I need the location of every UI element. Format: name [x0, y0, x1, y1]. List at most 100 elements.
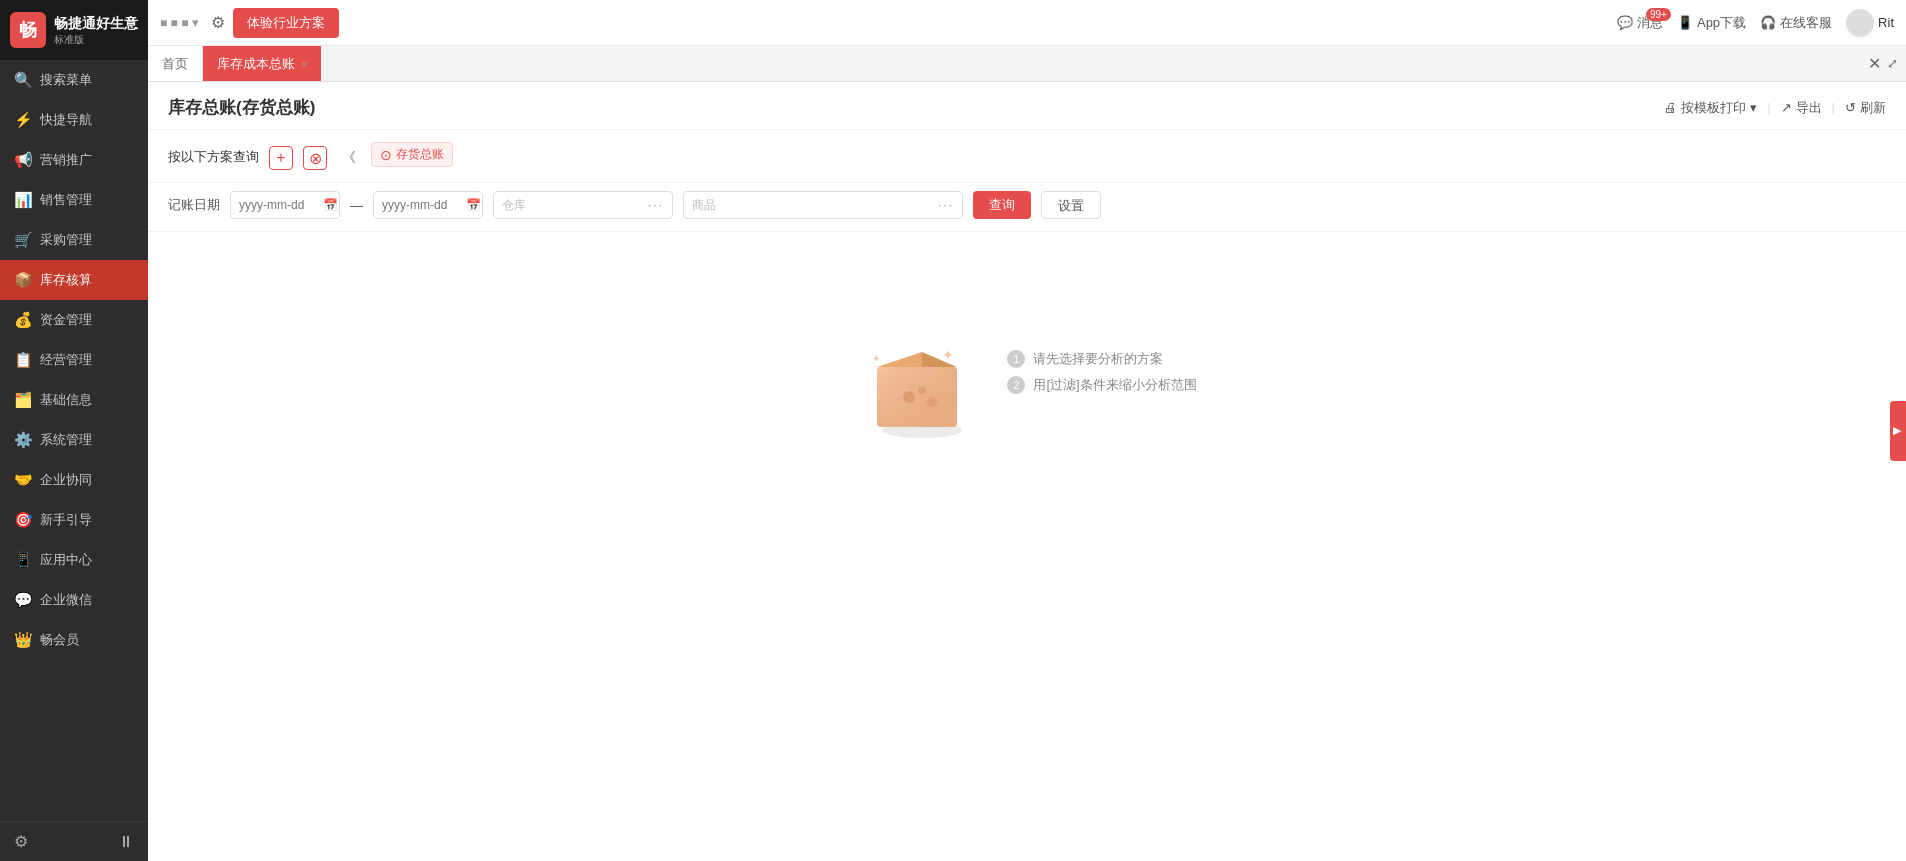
filter-area: 按以下方案查询 + ⊗ 《 ⊙ 存货总账	[148, 130, 1906, 183]
sidebar-item-apps[interactable]: 📱 应用中心	[0, 540, 148, 580]
footer-settings-icon[interactable]: ⚙	[14, 832, 28, 851]
header-right: 💬 消息 99+ 📱 App下载 🎧 在线客服 Rit	[1617, 9, 1894, 37]
sidebar-item-label: 销售管理	[40, 191, 92, 209]
tab-expand-icon[interactable]: ⤢	[1887, 56, 1898, 71]
scheme-tag-icon: ⊙	[380, 147, 392, 163]
page-header-actions: 🖨 按模板打印 ▾ | ↗ 导出 | ↺ 刷新	[1664, 99, 1886, 117]
date-end-input[interactable]: 📅	[373, 191, 483, 219]
product-select[interactable]: 商品 ···	[683, 191, 963, 219]
dropdown-icon[interactable]: ▾	[192, 15, 199, 30]
refresh-icon: ↺	[1845, 100, 1856, 115]
user-avatar-item[interactable]: Rit	[1846, 9, 1894, 37]
sidebar-item-member[interactable]: 👑 畅会员	[0, 620, 148, 660]
svg-rect-4	[877, 367, 957, 427]
settings-button[interactable]: 设置	[1041, 191, 1101, 219]
tab-close-main-icon[interactable]: ✕	[1868, 54, 1881, 73]
sidebar-item-enterprise[interactable]: 🤝 企业协同	[0, 460, 148, 500]
empty-state: ✦ ✦ 1 请先选择要分析的方案	[148, 232, 1906, 512]
box-icon: 📦	[14, 271, 32, 289]
tab-home[interactable]: 首页	[148, 46, 203, 81]
folder-icon: 🗂️	[14, 391, 32, 409]
footer-audio-icon[interactable]: ⏸	[118, 833, 134, 851]
chat-icon: 💬	[14, 591, 32, 609]
filter-add-button[interactable]: +	[269, 146, 293, 170]
date-separator: —	[350, 198, 363, 213]
date-end-field[interactable]	[382, 198, 462, 212]
sidebar-item-basic[interactable]: 🗂️ 基础信息	[0, 380, 148, 420]
sidebar-item-purchase[interactable]: 🛒 采购管理	[0, 220, 148, 260]
money-icon: 💰	[14, 311, 32, 329]
sidebar-item-inventory[interactable]: 📦 库存核算	[0, 260, 148, 300]
hint-num-1: 1	[1007, 350, 1025, 368]
export-btn[interactable]: ↗ 导出	[1781, 99, 1822, 117]
tab-bar: 首页 库存成本总账 × ✕ ⤢	[148, 46, 1906, 82]
sidebar-item-guide[interactable]: 🎯 新手引导	[0, 500, 148, 540]
sidebar-item-label: 系统管理	[40, 431, 92, 449]
logo-main-text: 畅捷通好生意	[54, 14, 138, 32]
tab-close-icon[interactable]: ×	[301, 58, 307, 70]
sidebar-item-wechat[interactable]: 💬 企业微信	[0, 580, 148, 620]
sidebar-item-shortcut[interactable]: ⚡ 快捷导航	[0, 100, 148, 140]
lightning-icon: ⚡	[14, 111, 32, 129]
svg-marker-2	[877, 352, 922, 367]
hint-num-2: 2	[1007, 376, 1025, 394]
header-settings-icon[interactable]: ⚙	[211, 13, 225, 32]
tab-bar-right: ✕ ⤢	[1868, 54, 1906, 73]
cart-icon: 🛒	[14, 231, 32, 249]
sidebar-item-marketing[interactable]: 📢 营销推广	[0, 140, 148, 180]
sidebar-item-label: 资金管理	[40, 311, 92, 329]
app-download-item[interactable]: 📱 App下载	[1677, 14, 1746, 32]
sidebar-item-label: 企业微信	[40, 591, 92, 609]
tab-inventory-ledger[interactable]: 库存成本总账 ×	[203, 46, 321, 81]
sidebar-item-system[interactable]: ⚙️ 系统管理	[0, 420, 148, 460]
svg-point-7	[927, 397, 937, 407]
handshake-icon: 🤝	[14, 471, 32, 489]
print-template-btn[interactable]: 🖨 按模板打印 ▾	[1664, 99, 1757, 117]
sidebar-item-operations[interactable]: 📋 经营管理	[0, 340, 148, 380]
sidebar-item-search[interactable]: 🔍 搜索菜单	[0, 60, 148, 100]
sidebar-nav: 🔍 搜索菜单 ⚡ 快捷导航 📢 营销推广 📊 销售管理 🛒 采购管理 📦 库存核…	[0, 60, 148, 821]
scheme-tag-label: 存货总账	[396, 146, 444, 163]
sidebar-item-finance[interactable]: 💰 资金管理	[0, 300, 148, 340]
top-header: ■ ■ ■ ▾ ⚙ 体验行业方案 💬 消息 99+ 📱 App下载 🎧 在线客服…	[148, 0, 1906, 46]
warehouse-label: 仓库	[502, 197, 526, 214]
target-icon: 🎯	[14, 511, 32, 529]
filter-label: 按以下方案查询	[168, 148, 259, 166]
product-more-icon[interactable]: ···	[938, 198, 954, 212]
message-icon: 💬	[1617, 15, 1633, 30]
sidebar-item-label: 库存核算	[40, 271, 92, 289]
crown-icon: 👑	[14, 631, 32, 649]
scheme-tag[interactable]: ⊙ 存货总账	[371, 142, 453, 167]
warehouse-more-icon[interactable]: ···	[648, 198, 664, 212]
tab-active-label: 库存成本总账	[217, 55, 295, 73]
sidebar-item-label: 畅会员	[40, 631, 79, 649]
warehouse-select[interactable]: 仓库 ···	[493, 191, 673, 219]
online-service-item[interactable]: 🎧 在线客服	[1760, 14, 1832, 32]
side-handle[interactable]: ▶	[1890, 401, 1906, 461]
action-divider: |	[1767, 100, 1770, 115]
svg-point-6	[918, 386, 926, 394]
gear-icon: ⚙️	[14, 431, 32, 449]
query-button[interactable]: 查询	[973, 191, 1031, 219]
date-start-field[interactable]	[239, 198, 319, 212]
empty-illustration: ✦ ✦	[857, 312, 977, 432]
sidebar-item-sales[interactable]: 📊 销售管理	[0, 180, 148, 220]
filter-collapse-button[interactable]: 《	[337, 146, 361, 170]
empty-state-inner: ✦ ✦ 1 请先选择要分析的方案	[857, 312, 1196, 432]
user-name-label: Rit	[1878, 15, 1894, 30]
print-dropdown-icon[interactable]: ▾	[1750, 100, 1757, 115]
page-header: 库存总账(存货总账) 🖨 按模板打印 ▾ | ↗ 导出 | ↺ 刷新	[148, 82, 1906, 130]
calendar-end-icon[interactable]: 📅	[466, 198, 481, 212]
logo-icon: 畅	[10, 12, 46, 48]
messages-item[interactable]: 💬 消息 99+	[1617, 14, 1663, 32]
breadcrumb: ■ ■ ■ ▾	[160, 15, 199, 30]
promo-button[interactable]: 体验行业方案	[233, 8, 339, 38]
phone-icon: 📱	[1677, 15, 1693, 30]
svg-text:✦: ✦	[942, 347, 954, 363]
sidebar-item-label: 采购管理	[40, 231, 92, 249]
date-start-input[interactable]: 📅	[230, 191, 340, 219]
calendar-start-icon[interactable]: 📅	[323, 198, 338, 212]
filter-remove-button[interactable]: ⊗	[303, 146, 327, 170]
refresh-btn[interactable]: ↺ 刷新	[1845, 99, 1886, 117]
app-download-label: App下载	[1697, 14, 1746, 32]
